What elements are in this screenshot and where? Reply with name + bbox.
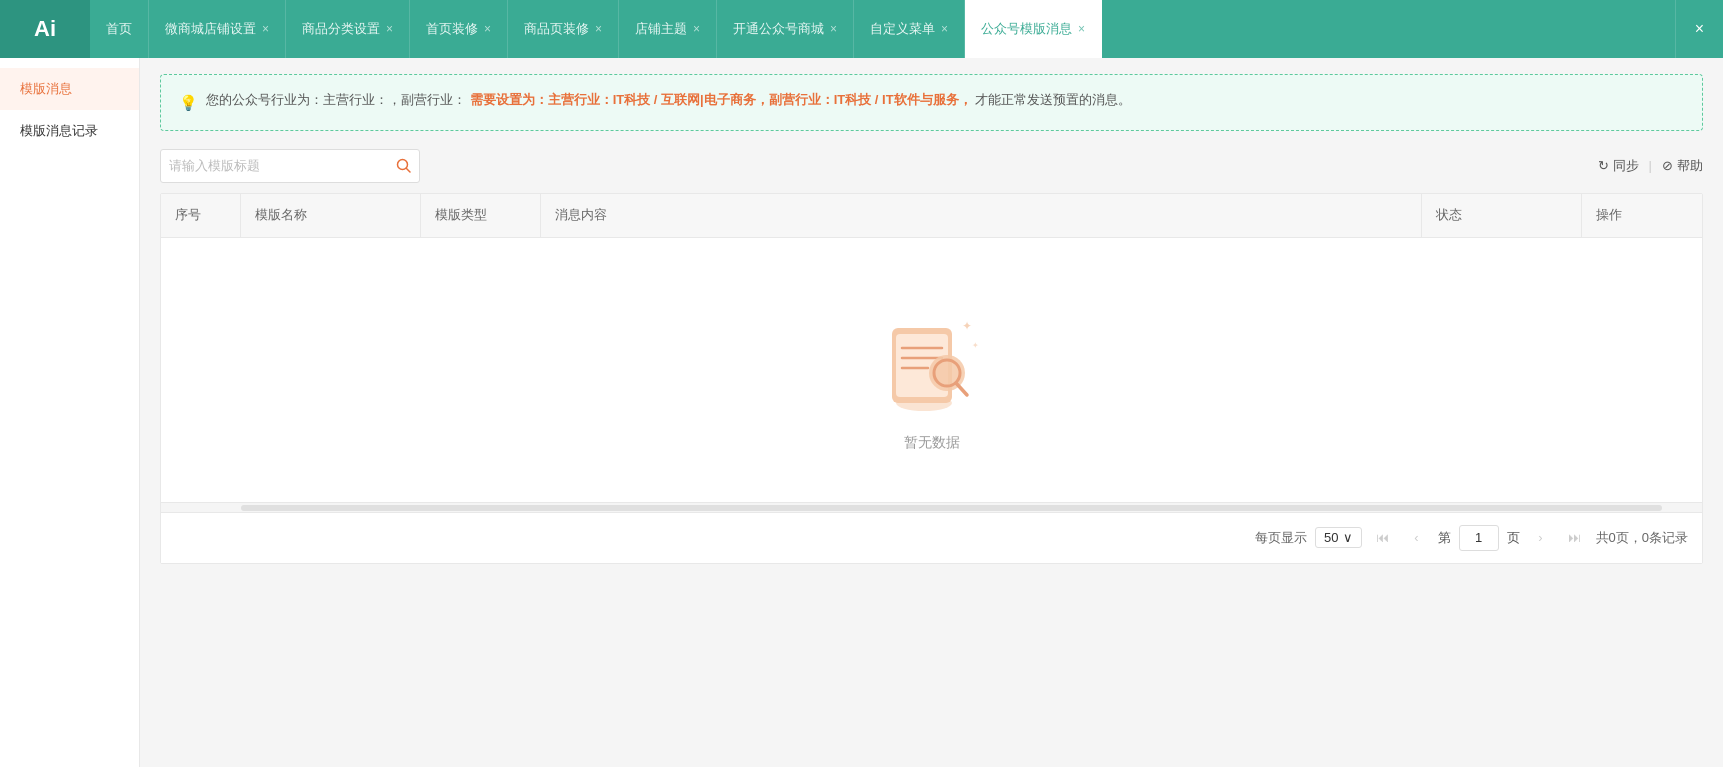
svg-text:✦: ✦: [972, 341, 979, 350]
notice-highlight: 需要设置为：主营行业：IT科技 / 互联网|电子商务，副营行业：IT科技 / I…: [470, 92, 972, 107]
toolbar-right: ↻ 同步 | ⊘ 帮助: [1598, 157, 1703, 175]
th-type: 模版类型: [421, 194, 541, 237]
empty-text: 暂无数据: [904, 434, 960, 452]
svg-line-10: [956, 383, 967, 395]
empty-state: ✦ ✦ 暂无数据: [161, 238, 1702, 502]
sidebar-item-template-msg-record[interactable]: 模版消息记录: [0, 110, 139, 152]
tab-close-home-decor[interactable]: ×: [484, 22, 491, 36]
tab-close-custom-menu[interactable]: ×: [941, 22, 948, 36]
tab-custom-menu[interactable]: 自定义菜单×: [854, 0, 965, 58]
notice-icon: 💡: [179, 90, 198, 116]
table-header: 序号模版名称模版类型消息内容状态操作: [161, 194, 1702, 238]
sync-label: 同步: [1613, 157, 1639, 175]
total-info: 共0页，0条记录: [1596, 529, 1688, 547]
help-button[interactable]: ⊘ 帮助: [1662, 157, 1703, 175]
table-wrap: 序号模版名称模版类型消息内容状态操作: [160, 193, 1703, 564]
page-size-value: 50: [1324, 530, 1338, 545]
search-button[interactable]: [396, 158, 411, 173]
tab-micro-shop[interactable]: 微商城店铺设置×: [149, 0, 286, 58]
tab-open-mall[interactable]: 开通公众号商城×: [717, 0, 854, 58]
scrollbar-track[interactable]: [241, 505, 1662, 511]
tab-template-msg[interactable]: 公众号模版消息×: [965, 0, 1102, 58]
notice-text-after: 才能正常发送预置的消息。: [975, 92, 1131, 107]
tab-close-category[interactable]: ×: [386, 22, 393, 36]
next-page-button[interactable]: ›: [1528, 525, 1554, 551]
th-name: 模版名称: [241, 194, 421, 237]
first-page-button[interactable]: ⏮: [1370, 525, 1396, 551]
sidebar-item-template-msg[interactable]: 模版消息: [0, 68, 139, 110]
main-layout: 模版消息模版消息记录 💡 您的公众号行业为：主营行业：，副营行业： 需要设置为：…: [0, 58, 1723, 767]
tab-close-product-decor[interactable]: ×: [595, 22, 602, 36]
svg-line-1: [407, 169, 411, 173]
svg-text:✦: ✦: [962, 319, 972, 333]
sync-button[interactable]: ↻ 同步: [1598, 157, 1639, 175]
notice-text-before: 您的公众号行业为：主营行业：，副营行业：: [206, 92, 466, 107]
pagination: 每页显示 50 ∨ ⏮ ‹ 第 页 › ⏭ 共0页，0条记录: [161, 512, 1702, 563]
th-action: 操作: [1582, 194, 1702, 237]
tab-close-store-theme[interactable]: ×: [693, 22, 700, 36]
last-page-button[interactable]: ⏭: [1562, 525, 1588, 551]
tab-product-decor[interactable]: 商品页装修×: [508, 0, 619, 58]
page-size-label: 每页显示: [1255, 529, 1307, 547]
page-di-label: 第: [1438, 529, 1451, 547]
page-unit-label: 页: [1507, 529, 1520, 547]
tab-category[interactable]: 商品分类设置×: [286, 0, 410, 58]
tab-close-micro-shop[interactable]: ×: [262, 22, 269, 36]
global-close-button[interactable]: ×: [1675, 0, 1723, 58]
top-nav: Ai 首页微商城店铺设置×商品分类设置×首页装修×商品页装修×店铺主题×开通公众…: [0, 0, 1723, 58]
page-number-input[interactable]: [1459, 525, 1499, 551]
th-index: 序号: [161, 194, 241, 237]
scrollbar-area[interactable]: [161, 502, 1702, 512]
notice-text: 您的公众号行业为：主营行业：，副营行业： 需要设置为：主营行业：IT科技 / 互…: [206, 89, 1131, 111]
search-wrap[interactable]: [160, 149, 420, 183]
logo-text: Ai: [34, 16, 56, 42]
tab-home-decor[interactable]: 首页装修×: [410, 0, 508, 58]
empty-icon: ✦ ✦: [872, 298, 992, 418]
nav-tabs: 首页微商城店铺设置×商品分类设置×首页装修×商品页装修×店铺主题×开通公众号商城…: [90, 0, 1675, 58]
th-content: 消息内容: [541, 194, 1422, 237]
prev-page-button[interactable]: ‹: [1404, 525, 1430, 551]
content-area: 💡 您的公众号行业为：主营行业：，副营行业： 需要设置为：主营行业：IT科技 /…: [140, 58, 1723, 767]
help-label: 帮助: [1677, 157, 1703, 175]
page-size-select[interactable]: 50 ∨: [1315, 527, 1361, 548]
sidebar: 模版消息模版消息记录: [0, 58, 140, 767]
th-status: 状态: [1422, 194, 1582, 237]
tab-store-theme[interactable]: 店铺主题×: [619, 0, 717, 58]
tab-close-template-msg[interactable]: ×: [1078, 22, 1085, 36]
tab-home[interactable]: 首页: [90, 0, 149, 58]
logo: Ai: [0, 0, 90, 58]
sync-icon: ↻: [1598, 158, 1609, 173]
toolbar-divider: |: [1649, 158, 1652, 173]
search-input[interactable]: [169, 158, 396, 173]
notice-box: 💡 您的公众号行业为：主营行业：，副营行业： 需要设置为：主营行业：IT科技 /…: [160, 74, 1703, 131]
tab-close-open-mall[interactable]: ×: [830, 22, 837, 36]
chevron-down-icon: ∨: [1343, 530, 1353, 545]
toolbar: ↻ 同步 | ⊘ 帮助: [160, 149, 1703, 183]
help-icon: ⊘: [1662, 158, 1673, 173]
